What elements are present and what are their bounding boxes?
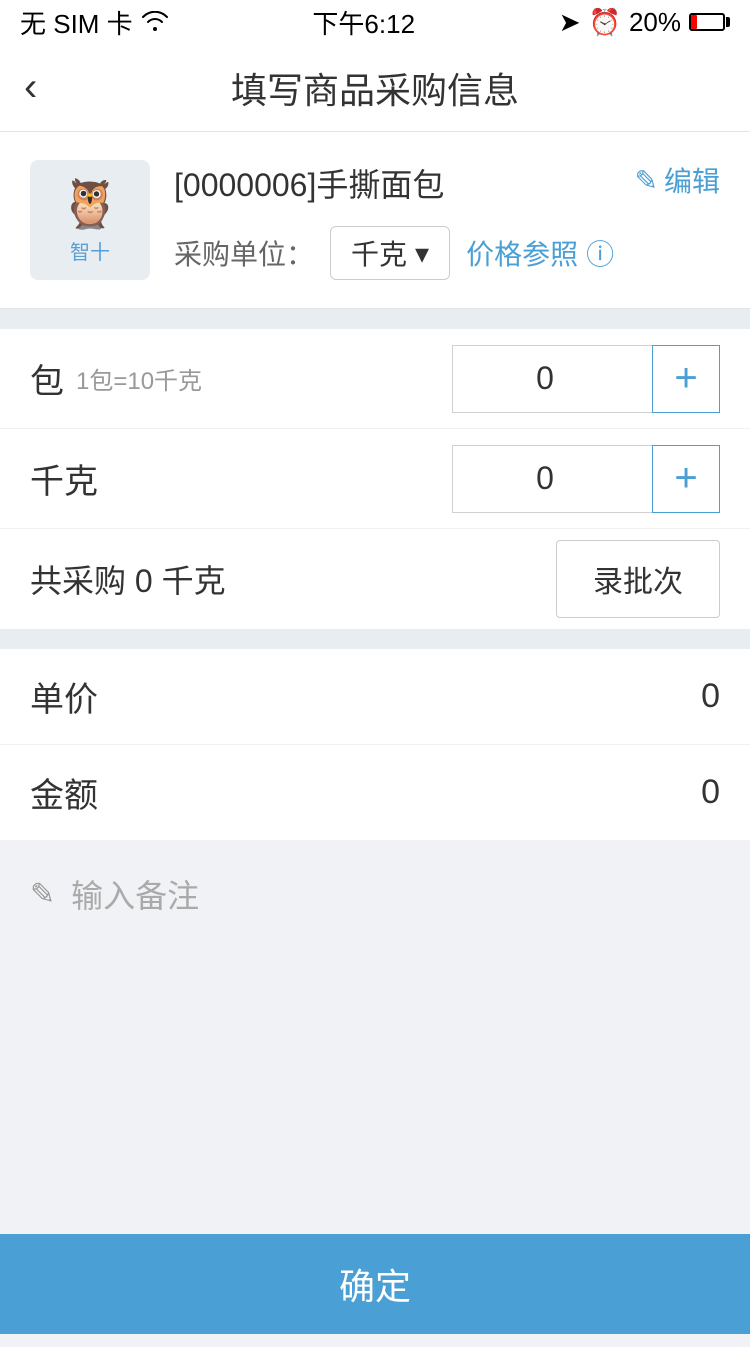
section-divider-2 — [0, 629, 750, 649]
product-logo-icon: 🦉 — [60, 175, 120, 232]
unit-value: 千克 — [351, 233, 407, 273]
package-row: 包 1包=10千克 + — [0, 329, 750, 429]
kg-label-group: 千克 — [30, 454, 98, 503]
product-info: [0000006]手撕面包 ✎ 编辑 采购单位： 千克 ▾ 价格参照 ⓘ — [174, 160, 720, 280]
kg-row: 千克 + — [0, 429, 750, 529]
back-button[interactable]: ‹ — [24, 65, 37, 110]
amount-value: 0 — [701, 773, 720, 812]
price-ref-button[interactable]: 价格参照 ⓘ — [466, 233, 614, 273]
header: ‹ 填写商品采购信息 — [0, 44, 750, 132]
status-bar: 无 SIM 卡 下午6:12 ➤ ⏰ 20% — [0, 0, 750, 44]
edit-label: 编辑 — [664, 160, 720, 200]
product-name-row: [0000006]手撕面包 ✎ 编辑 — [174, 160, 720, 206]
battery-icon — [689, 13, 730, 31]
unit-price-label: 单价 — [30, 672, 98, 721]
unit-price-value: 0 — [701, 677, 720, 716]
unit-row: 采购单位： 千克 ▾ 价格参照 ⓘ — [174, 226, 720, 280]
unit-label: 采购单位： — [174, 233, 314, 273]
section-divider-1 — [0, 309, 750, 329]
pencil-icon: ✎ — [30, 877, 55, 912]
notes-placeholder: 输入备注 — [71, 871, 199, 917]
amount-label: 金额 — [30, 768, 98, 817]
form-section: 包 1包=10千克 + 千克 + — [0, 329, 750, 529]
info-icon: ⓘ — [586, 233, 614, 273]
edit-icon: ✎ — [635, 164, 658, 197]
carrier-text: 无 SIM 卡 — [20, 4, 133, 41]
status-right: ➤ ⏰ 20% — [559, 7, 730, 38]
alarm-icon: ⏰ — [589, 7, 621, 38]
package-plus-button[interactable]: + — [652, 345, 720, 413]
brand-label: 智十 — [70, 236, 110, 265]
dropdown-icon: ▾ — [415, 237, 429, 270]
edit-button[interactable]: ✎ 编辑 — [635, 160, 720, 200]
amount-row: 金额 0 — [0, 745, 750, 841]
main-content: 🦉 智十 [0000006]手撕面包 ✎ 编辑 采购单位： 千克 ▾ 价格参照 … — [0, 132, 750, 1347]
confirm-label: 确定 — [339, 1258, 411, 1310]
price-ref-label: 价格参照 — [466, 233, 578, 273]
package-input[interactable] — [452, 345, 652, 413]
record-batch-button[interactable]: 录批次 — [556, 540, 720, 618]
status-left: 无 SIM 卡 — [20, 4, 169, 41]
unit-price-row: 单价 0 — [0, 649, 750, 745]
price-section: 单价 0 金额 0 — [0, 649, 750, 841]
location-icon: ➤ — [559, 7, 581, 38]
kg-input[interactable] — [452, 445, 652, 513]
total-row: 共采购 0 千克 录批次 — [0, 529, 750, 629]
battery-percentage: 20% — [629, 7, 681, 38]
kg-plus-button[interactable]: + — [652, 445, 720, 513]
confirm-button[interactable]: 确定 — [0, 1234, 750, 1334]
page-title: 填写商品采购信息 — [231, 62, 519, 114]
wifi-icon — [141, 7, 169, 38]
package-label-group: 包 1包=10千克 — [30, 354, 202, 403]
notes-section[interactable]: ✎ 输入备注 — [0, 841, 750, 947]
content-spacer — [0, 947, 750, 1247]
package-input-group: + — [452, 345, 720, 413]
product-image: 🦉 智十 — [30, 160, 150, 280]
unit-select[interactable]: 千克 ▾ — [330, 226, 450, 280]
total-label: 共采购 0 千克 — [30, 556, 226, 602]
product-card: 🦉 智十 [0000006]手撕面包 ✎ 编辑 采购单位： 千克 ▾ 价格参照 … — [0, 132, 750, 309]
package-sublabel: 1包=10千克 — [76, 361, 202, 396]
kg-input-group: + — [452, 445, 720, 513]
product-full-name: [0000006]手撕面包 — [174, 160, 619, 206]
time-display: 下午6:12 — [312, 4, 415, 41]
kg-label: 千克 — [30, 454, 98, 503]
package-label: 包 — [30, 354, 64, 403]
